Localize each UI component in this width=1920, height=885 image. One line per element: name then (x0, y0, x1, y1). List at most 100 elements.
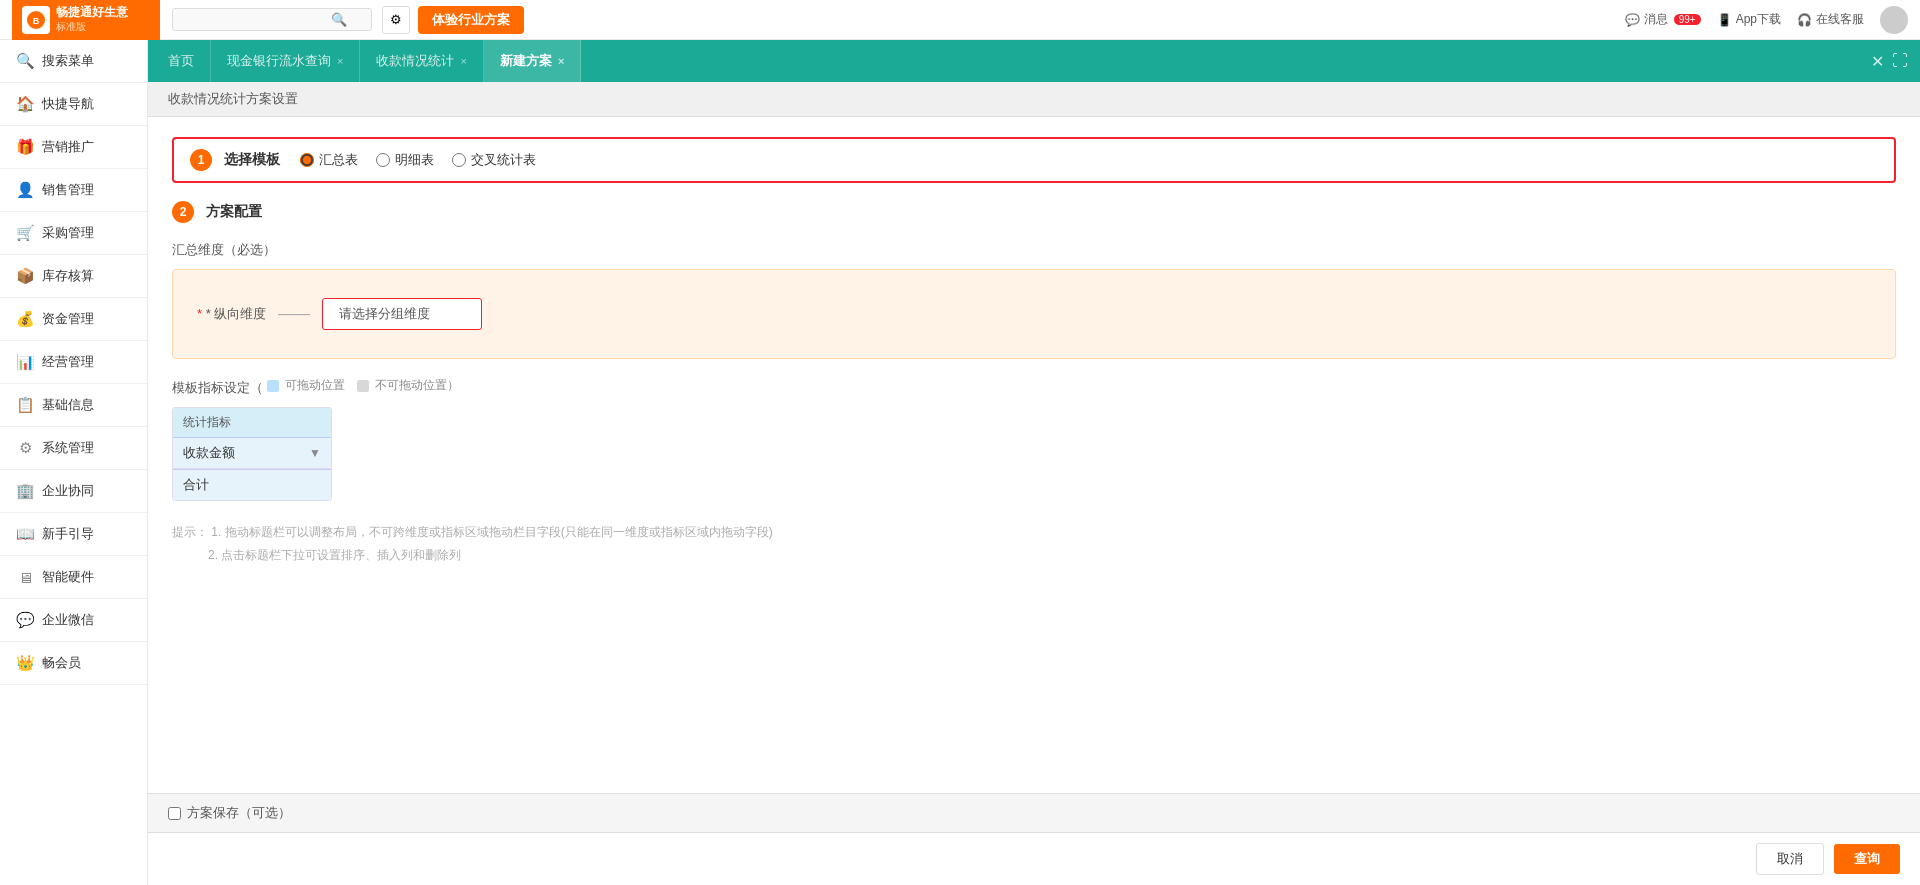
radio-summary[interactable]: 汇总表 (300, 151, 358, 169)
logo-area: B 畅捷通好生意 标准版 (12, 0, 160, 40)
tab-bar-actions: ✕ ⛶ (1871, 52, 1916, 71)
radio-detail-label: 明细表 (395, 151, 434, 169)
svg-text:B: B (33, 16, 40, 26)
step2-header-row: 2 方案配置 (172, 201, 1896, 223)
sidebar-item-basic[interactable]: 📋 基础信息 (0, 384, 147, 427)
close-window-icon[interactable]: ✕ (1871, 52, 1884, 71)
sidebar-label-basic: 基础信息 (42, 396, 94, 414)
sidebar-label-member: 畅会员 (42, 654, 81, 672)
sidebar-label-search: 搜索菜单 (42, 52, 94, 70)
sidebar-item-guide[interactable]: 📖 新手引导 (0, 513, 147, 556)
crown-icon: 👑 (16, 654, 34, 672)
package-icon: 📦 (16, 267, 34, 285)
stats-label: 统计指标 (183, 415, 231, 429)
logo-sub: 标准版 (56, 20, 128, 34)
step1-box: 1 选择模板 汇总表 明细表 交叉统计表 (172, 137, 1896, 183)
page-title: 收款情况统计方案设置 (168, 91, 298, 106)
radio-cross-label: 交叉统计表 (471, 151, 536, 169)
search-input[interactable] (181, 13, 331, 27)
page-footer: 方案保存（可选） (148, 793, 1920, 832)
arrow-icon: —— (278, 305, 310, 323)
vertical-dimension-label: * * 纵向维度 (197, 305, 266, 323)
tab-cash-flow[interactable]: 现金银行流水查询 × (211, 40, 360, 82)
tab-bar: 首页 现金银行流水查询 × 收款情况统计 × 新建方案 × ✕ ⛶ (148, 40, 1920, 82)
sidebar-label-inventory: 库存核算 (42, 267, 94, 285)
save-option-label[interactable]: 方案保存（可选） (168, 804, 291, 822)
sidebar-item-sales[interactable]: 👤 销售管理 (0, 169, 147, 212)
trial-button[interactable]: 体验行业方案 (418, 6, 524, 34)
sidebar-label-hardware: 智能硬件 (42, 568, 94, 586)
avatar[interactable] (1880, 6, 1908, 34)
radio-summary-label: 汇总表 (319, 151, 358, 169)
search-icon: 🔍 (331, 12, 347, 27)
logo-text: 畅捷通好生意 (56, 5, 128, 19)
tab-new-plan-close[interactable]: × (558, 55, 564, 67)
dimension-area: * * 纵向维度 —— 请选择分组维度 (172, 269, 1896, 359)
sidebar-item-nav[interactable]: 🏠 快捷导航 (0, 83, 147, 126)
sidebar-item-wechat[interactable]: 💬 企业微信 (0, 599, 147, 642)
header-search-area: 🔍 (172, 8, 372, 31)
dropdown-icon[interactable]: ▼ (309, 446, 321, 460)
movable-label: 可拖动位置 (285, 377, 345, 394)
radio-summary-input[interactable] (300, 153, 314, 167)
tip2-text: 2. 点击标题栏下拉可设置排序、插入列和删除列 (172, 545, 1896, 567)
template-radio-group: 汇总表 明细表 交叉统计表 (300, 151, 536, 169)
tab-new-plan[interactable]: 新建方案 × (484, 40, 581, 82)
message-button[interactable]: 💬 消息 99+ (1625, 11, 1701, 28)
sidebar-item-search[interactable]: 🔍 搜索菜单 (0, 40, 147, 83)
settings-button[interactable]: ⚙ (382, 6, 410, 34)
tab-home[interactable]: 首页 (152, 40, 211, 82)
logo-icon: B (22, 6, 50, 34)
metrics-header[interactable]: 收款金额 ▼ (173, 438, 331, 469)
sidebar-item-marketing[interactable]: 🎁 营销推广 (0, 126, 147, 169)
radio-cross[interactable]: 交叉统计表 (452, 151, 536, 169)
movable-legend-dot (267, 380, 279, 392)
sidebar-label-enterprise: 企业协同 (42, 482, 94, 500)
fixed-label: 不可拖动位置） (375, 377, 459, 394)
select-dimension-button[interactable]: 请选择分组维度 (322, 298, 482, 330)
step1-circle: 1 (190, 149, 212, 171)
save-option-text: 方案保存（可选） (187, 804, 291, 822)
service-button[interactable]: 🎧 在线客服 (1797, 11, 1864, 28)
sidebar-item-inventory[interactable]: 📦 库存核算 (0, 255, 147, 298)
tab-receipt-stats[interactable]: 收款情况统计 × (360, 40, 483, 82)
search-menu-icon: 🔍 (16, 52, 34, 70)
save-option-checkbox[interactable] (168, 807, 181, 820)
tips-section: 提示： 1. 拖动标题栏可以调整布局，不可跨维度或指标区域拖动栏目字段(只能在同… (172, 522, 1896, 567)
sidebar-item-system[interactable]: ⚙ 系统管理 (0, 427, 147, 470)
sidebar-item-operations[interactable]: 📊 经营管理 (0, 341, 147, 384)
info-icon: 📋 (16, 396, 34, 414)
sidebar-item-purchase[interactable]: 🛒 采购管理 (0, 212, 147, 255)
message-icon: 💬 (1625, 13, 1640, 27)
radio-detail[interactable]: 明细表 (376, 151, 434, 169)
sidebar-label-finance: 资金管理 (42, 310, 94, 328)
sidebar-label-wechat: 企业微信 (42, 611, 94, 629)
metrics-section: 模板指标设定（ 可拖动位置 不可拖动位置） 统计指标 (172, 377, 1896, 504)
sidebar-item-member[interactable]: 👑 畅会员 (0, 642, 147, 685)
settings-icon: ⚙ (16, 439, 34, 457)
message-badge: 99+ (1674, 14, 1701, 25)
tab-new-plan-label: 新建方案 (500, 52, 552, 70)
sidebar-item-hardware[interactable]: 🖥 智能硬件 (0, 556, 147, 599)
header-right: 💬 消息 99+ 📱 App下载 🎧 在线客服 (1625, 6, 1908, 34)
radio-cross-input[interactable] (452, 153, 466, 167)
book-icon: 📖 (16, 525, 34, 543)
sidebar-item-finance[interactable]: 💰 资金管理 (0, 298, 147, 341)
gear-icon: ⚙ (390, 12, 402, 27)
tab-cash-flow-close[interactable]: × (337, 55, 343, 67)
radio-detail-input[interactable] (376, 153, 390, 167)
sidebar-label-purchase: 采购管理 (42, 224, 94, 242)
building-icon: 🏢 (16, 482, 34, 500)
sidebar-item-enterprise[interactable]: 🏢 企业协同 (0, 470, 147, 513)
expand-window-icon[interactable]: ⛶ (1892, 52, 1908, 70)
headset-icon: 🎧 (1797, 13, 1812, 27)
download-button[interactable]: 📱 App下载 (1717, 11, 1781, 28)
download-icon: 📱 (1717, 13, 1732, 27)
tab-home-label: 首页 (168, 52, 194, 70)
query-button[interactable]: 查询 (1834, 844, 1900, 874)
sidebar-label-system: 系统管理 (42, 439, 94, 457)
cancel-button[interactable]: 取消 (1756, 843, 1824, 875)
step2-circle: 2 (172, 201, 194, 223)
tab-receipt-stats-close[interactable]: × (460, 55, 466, 67)
step2-section: 2 方案配置 汇总维度（必选） * * 纵向维度 —— 请选择分组维度 (172, 201, 1896, 567)
